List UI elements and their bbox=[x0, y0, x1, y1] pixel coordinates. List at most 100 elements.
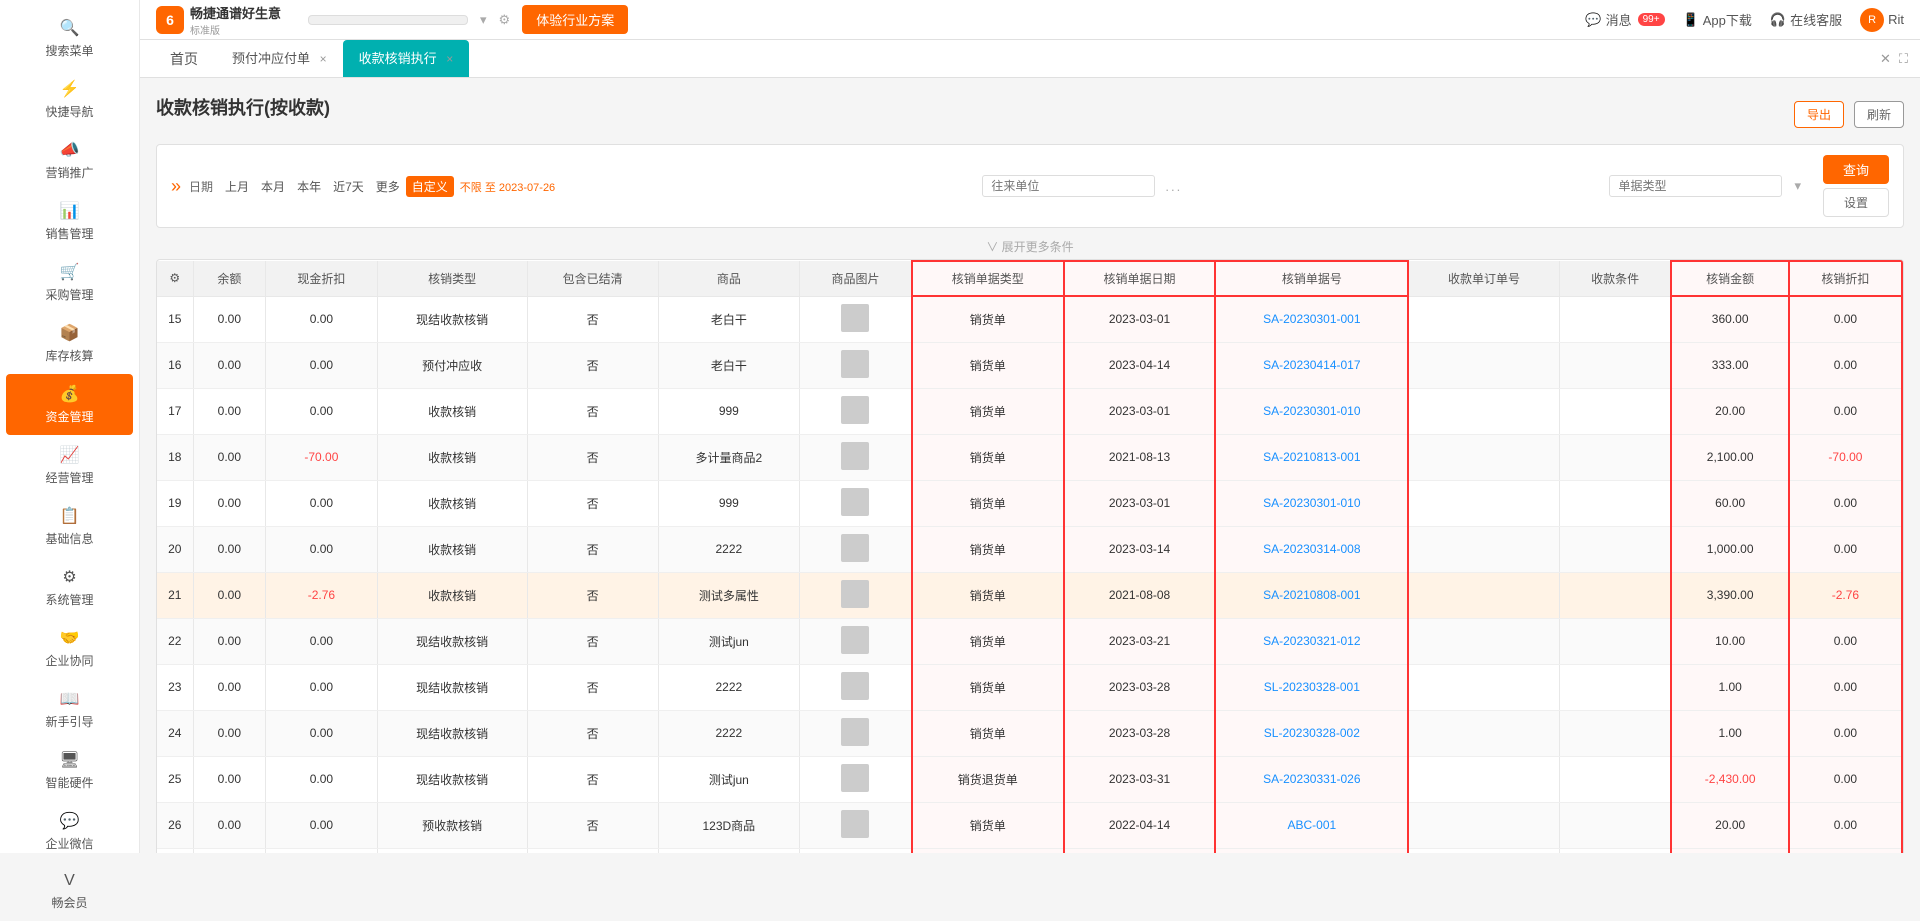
sidebar-item-funds[interactable]: 💰 资金管理 bbox=[6, 374, 133, 435]
sidebar-item-quick-nav[interactable]: ⚡ 快捷导航 bbox=[0, 69, 139, 130]
filter-this-month[interactable]: 本月 bbox=[255, 176, 291, 197]
app-download-btn[interactable]: 📱 App下载 bbox=[1683, 10, 1752, 29]
table-row: 23 0.00 0.00 现结收款核销 否 2222 销货单 2023-03-2… bbox=[157, 664, 1902, 710]
sidebar-item-label: 新手引导 bbox=[45, 713, 93, 730]
counterpart-input[interactable] bbox=[982, 175, 1155, 197]
refresh-btn[interactable]: 刷新 bbox=[1854, 101, 1904, 128]
tab1-close-icon[interactable]: × bbox=[320, 52, 327, 66]
bill-no-link[interactable]: SL-20230328-002 bbox=[1264, 726, 1360, 740]
col-settings[interactable]: ⚙ bbox=[157, 261, 193, 296]
message-btn[interactable]: 💬 消息 99+ bbox=[1585, 10, 1664, 29]
col-goods-img: 商品图片 bbox=[800, 261, 912, 296]
tab-prepay[interactable]: 预付冲应付单 × bbox=[216, 40, 343, 77]
sidebar-item-sales[interactable]: 📊 销售管理 bbox=[0, 191, 139, 252]
bill-type-select[interactable] bbox=[1609, 175, 1782, 197]
cell-settled: 否 bbox=[527, 756, 658, 802]
bill-type-arrow-icon[interactable]: ▾ bbox=[1794, 178, 1801, 194]
filter-last7[interactable]: 近7天 bbox=[327, 176, 370, 197]
industry-btn[interactable]: 体验行业方案 bbox=[522, 5, 628, 34]
dropdown-arrow-icon[interactable]: ▾ bbox=[480, 12, 487, 28]
filter-arrow-icon[interactable]: » bbox=[171, 176, 181, 197]
cell-bill-no[interactable]: SA-20230414-017 bbox=[1215, 342, 1408, 388]
cell-order-no bbox=[1408, 618, 1559, 664]
cell-settled: 否 bbox=[527, 434, 658, 480]
cell-bill-no[interactable]: SA-20230301-010 bbox=[1215, 480, 1408, 526]
cell-settled: 否 bbox=[527, 802, 658, 848]
bill-no-link[interactable]: SA-20230331-026 bbox=[1263, 772, 1360, 786]
filter-custom[interactable]: 自定义 bbox=[406, 176, 454, 197]
sidebar-item-member[interactable]: V 畅会员 bbox=[0, 862, 139, 921]
online-service-btn[interactable]: 🎧 在线客服 bbox=[1770, 10, 1842, 29]
cell-amount: 10.00 bbox=[1671, 618, 1788, 664]
sidebar-item-basic-info[interactable]: 📋 基础信息 bbox=[0, 496, 139, 557]
cell-bill-no[interactable]: ABC-001 bbox=[1215, 802, 1408, 848]
cell-bill-date: 2021-08-13 bbox=[1064, 434, 1216, 480]
cell-balance: 0.00 bbox=[193, 848, 266, 853]
sidebar-item-marketing[interactable]: 📣 营销推广 bbox=[0, 130, 139, 191]
filter-this-year[interactable]: 本年 bbox=[291, 176, 327, 197]
cell-cash-discount: 0.00 bbox=[266, 388, 377, 434]
settings-gear-icon[interactable]: ⚙ bbox=[499, 12, 511, 28]
sidebar-item-management[interactable]: 📈 经营管理 bbox=[0, 435, 139, 496]
filter-last-month[interactable]: 上月 bbox=[219, 176, 255, 197]
cell-id: 27 bbox=[157, 848, 193, 853]
bill-no-link[interactable]: SA-20210813-001 bbox=[1263, 450, 1360, 464]
sidebar-item-label: 经营管理 bbox=[45, 469, 93, 486]
cell-bill-no[interactable]: SA-20210813-001 bbox=[1215, 434, 1408, 480]
sidebar-item-guide[interactable]: 📖 新手引导 bbox=[0, 679, 139, 740]
sidebar-item-hardware[interactable]: 🖥 智能硬件 bbox=[0, 740, 139, 801]
cell-condition bbox=[1559, 526, 1671, 572]
export-btn[interactable]: 导出 bbox=[1794, 101, 1844, 128]
maximize-icon[interactable]: ⛶ bbox=[1899, 51, 1908, 67]
bill-no-link[interactable]: SL-20230328-001 bbox=[1264, 680, 1360, 694]
user-avatar[interactable]: R Rit bbox=[1860, 8, 1904, 32]
cell-bill-type: 销货单 bbox=[912, 480, 1064, 526]
cell-cash-discount: 0.00 bbox=[266, 526, 377, 572]
sidebar-item-inventory[interactable]: 📦 库存核算 bbox=[0, 313, 139, 374]
cell-cash-discount: 0.00 bbox=[266, 342, 377, 388]
cell-bill-no[interactable]: SA-20210808-001 bbox=[1215, 572, 1408, 618]
tab-home[interactable]: 首页 bbox=[152, 41, 216, 77]
expand-more-btn[interactable]: ∨ 展开更多条件 bbox=[156, 238, 1904, 255]
sidebar-item-system[interactable]: ⚙ 系统管理 bbox=[0, 557, 139, 618]
page-content: 收款核销执行(按收款) 导出 刷新 » 日期 上月 本月 本年 近7天 更多 自 bbox=[140, 78, 1920, 853]
bill-no-link[interactable]: SA-20230321-012 bbox=[1263, 634, 1360, 648]
col-bill-no: 核销单据号 bbox=[1215, 261, 1408, 296]
company-selector[interactable] bbox=[308, 15, 468, 25]
bill-no-link[interactable]: SA-20210808-001 bbox=[1263, 588, 1360, 602]
query-btn[interactable]: 查询 bbox=[1823, 155, 1889, 184]
settings-btn[interactable]: 设置 bbox=[1823, 188, 1889, 217]
cell-balance: 0.00 bbox=[193, 664, 266, 710]
col-bill-date: 核销单据日期 bbox=[1064, 261, 1216, 296]
cell-type: 现结收款核销 bbox=[377, 756, 527, 802]
cell-type: 现结收款核销 bbox=[377, 664, 527, 710]
sidebar-item-collaboration[interactable]: 🤝 企业协同 bbox=[0, 618, 139, 679]
cell-bill-no[interactable]: SA-20230301-001 bbox=[1215, 296, 1408, 342]
cell-cash-discount: 0.00 bbox=[266, 296, 377, 342]
cell-discount: 0.00 bbox=[1789, 664, 1902, 710]
tab-collection[interactable]: 收款核销执行 × bbox=[343, 40, 470, 77]
cell-bill-no[interactable]: SA-20230321-012 bbox=[1215, 618, 1408, 664]
cell-bill-no[interactable]: SA-20230301-010 bbox=[1215, 388, 1408, 434]
bill-no-link[interactable]: SA-20230301-001 bbox=[1263, 312, 1360, 326]
cell-bill-no[interactable]: SL-20230328-001 bbox=[1215, 664, 1408, 710]
sidebar-item-search[interactable]: 🔍 搜索菜单 bbox=[0, 8, 139, 69]
bill-no-link[interactable]: SA-20230301-010 bbox=[1263, 496, 1360, 510]
bill-no-link[interactable]: SA-20230301-010 bbox=[1263, 404, 1360, 418]
cell-bill-no[interactable]: SL-20230328-002 bbox=[1215, 710, 1408, 756]
sidebar-item-wechat[interactable]: 💬 企业微信 bbox=[0, 801, 139, 862]
cell-amount: 20.00 bbox=[1671, 802, 1788, 848]
hardware-icon: 🖥 bbox=[59, 750, 79, 770]
bill-no-link[interactable]: SA-20230414-017 bbox=[1263, 358, 1360, 372]
cell-bill-date: 2023-03-01 bbox=[1064, 480, 1216, 526]
cell-bill-no[interactable]: SA-20230331-026 bbox=[1215, 756, 1408, 802]
bill-no-link[interactable]: SA-20230314-008 bbox=[1263, 542, 1360, 556]
bill-no-link[interactable]: ABC-001 bbox=[1287, 818, 1336, 832]
cell-bill-no[interactable]: SA-20230314-008 bbox=[1215, 526, 1408, 572]
cell-type: 现结收款核销 bbox=[377, 618, 527, 664]
sidebar-item-purchase[interactable]: 🛒 采购管理 bbox=[0, 252, 139, 313]
cell-bill-no[interactable]: SL-20230408-001 bbox=[1215, 848, 1408, 853]
close-window-icon[interactable]: ✕ bbox=[1880, 51, 1891, 67]
filter-more[interactable]: 更多 bbox=[370, 176, 406, 197]
tab2-close-icon[interactable]: × bbox=[446, 52, 453, 66]
